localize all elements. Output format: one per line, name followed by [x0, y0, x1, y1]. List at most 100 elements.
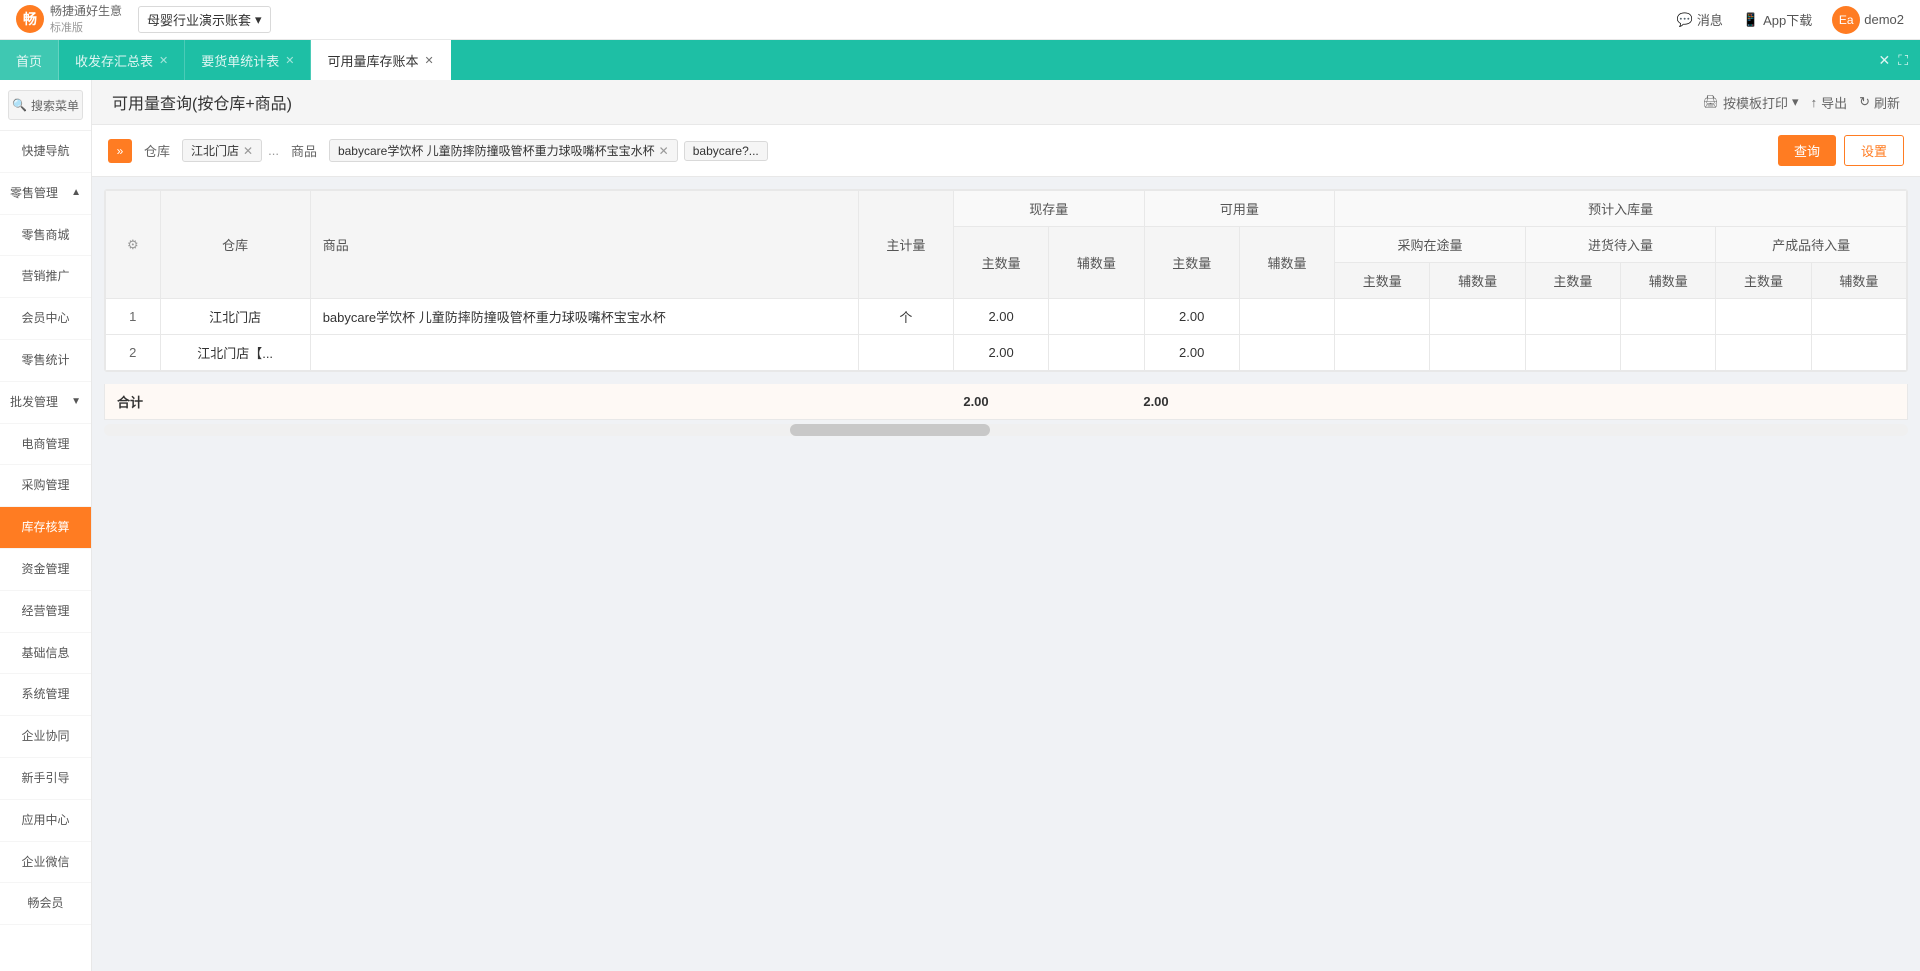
- sidebar-item-retail-shop[interactable]: 零售商城: [0, 215, 91, 257]
- logo-area: 畅 畅捷通好生意 标准版: [16, 4, 122, 34]
- th-current-stock: 现存量: [953, 191, 1144, 227]
- tab-receipts-label: 收发存汇总表: [75, 51, 153, 70]
- tab-available-stock-close[interactable]: ✕: [425, 54, 434, 67]
- fullscreen-icon[interactable]: ⛶: [1898, 52, 1908, 69]
- tab-available-stock-label: 可用量库存账本: [327, 51, 418, 70]
- message-btn[interactable]: 💬 消息: [1677, 10, 1723, 29]
- footer-stock-main: 2.00: [926, 394, 1026, 409]
- sidebar-item-marketing[interactable]: 营销推广: [0, 256, 91, 298]
- goods-tag-1-text: babycare学饮杯 儿童防摔防撞吸管杯重力球吸嘴杯宝宝水杯: [338, 142, 655, 159]
- row-unit: 个: [858, 299, 953, 335]
- refresh-btn[interactable]: ↻ 刷新: [1859, 93, 1900, 112]
- th-settings[interactable]: ⚙: [106, 191, 161, 299]
- row-warehouse: 江北门店: [160, 299, 310, 335]
- th-available: 可用量: [1144, 191, 1335, 227]
- main-layout: 🔍 搜索菜单 快捷导航 零售管理 ▲ 零售商城 营销推广 会员中心 零售统计 批…: [0, 80, 1920, 971]
- user-avatar: Ea: [1832, 6, 1860, 34]
- th-purchase-transit: 采购在途量: [1335, 227, 1526, 263]
- warehouse-more[interactable]: ...: [268, 143, 279, 158]
- table-footer: 合计 2.00 2.00: [104, 384, 1908, 420]
- row-stock-aux: [1049, 335, 1144, 371]
- warehouse-filter-tags: 江北门店 ✕ ...: [182, 139, 279, 162]
- th-pt-aux: 辅数量: [1430, 263, 1525, 299]
- row-unit: [858, 335, 953, 371]
- user-name: demo2: [1864, 12, 1904, 27]
- row-num: 1: [106, 299, 161, 335]
- sidebar-item-system[interactable]: 系统管理: [0, 674, 91, 716]
- sidebar-item-wholesale-mgmt[interactable]: 批发管理 ▼: [0, 382, 91, 424]
- row-stock-aux: [1049, 299, 1144, 335]
- sidebar-item-ecommerce[interactable]: 电商管理: [0, 424, 91, 466]
- th-warehouse: 仓库: [160, 191, 310, 299]
- row-prod-aux: [1811, 299, 1906, 335]
- logo-texts: 畅捷通好生意 标准版: [50, 4, 122, 34]
- row-avail-main: 2.00: [1144, 299, 1239, 335]
- close-tab-icon[interactable]: ✕: [1878, 52, 1890, 69]
- top-bar: 畅 畅捷通好生意 标准版 母婴行业演示账套 ▾ 💬 消息 📱 App下载 Ea …: [0, 0, 1920, 40]
- row-pt-aux: [1430, 335, 1525, 371]
- filter-actions: 查询 设置: [1778, 135, 1904, 166]
- goods-tag-1: babycare学饮杯 儿童防摔防撞吸管杯重力球吸嘴杯宝宝水杯 ✕: [329, 139, 678, 162]
- row-stock-main: 2.00: [953, 299, 1048, 335]
- goods-tag-2: babycare?...: [684, 141, 768, 161]
- sidebar-item-enterprise-wechat[interactable]: 企业微信: [0, 842, 91, 884]
- sidebar-item-basics[interactable]: 基础信息: [0, 633, 91, 675]
- warehouse-filter-label: 仓库: [144, 141, 170, 160]
- sidebar-item-newbie[interactable]: 新手引导: [0, 758, 91, 800]
- row-pp-aux: [1621, 335, 1716, 371]
- org-selector[interactable]: 母婴行业演示账套 ▾: [138, 6, 271, 33]
- row-goods: [310, 335, 858, 371]
- print-dropdown-icon: ▾: [1792, 94, 1799, 110]
- sidebar-item-vip[interactable]: 畅会员: [0, 883, 91, 925]
- tab-receipts[interactable]: 收发存汇总表 ✕: [59, 40, 185, 80]
- data-table: ⚙ 仓库 商品 主计量 现存量 可用量 预计入库量 主数量 辅数量 主数量 辅数…: [105, 190, 1907, 371]
- tab-order-stats[interactable]: 要货单统计表 ✕: [185, 40, 311, 80]
- table-settings-icon[interactable]: ⚙: [127, 237, 139, 252]
- sidebar-item-quicknav[interactable]: 快捷导航: [0, 131, 91, 173]
- footer-label: 合计: [117, 392, 237, 411]
- sidebar-item-retail-mgmt[interactable]: 零售管理 ▲: [0, 173, 91, 215]
- horizontal-scrollbar[interactable]: [104, 424, 1908, 436]
- print-icon: 🖨: [1703, 94, 1720, 110]
- th-prod-main: 主数量: [1716, 263, 1811, 299]
- sidebar-item-operations[interactable]: 经营管理: [0, 591, 91, 633]
- search-menu-btn[interactable]: 🔍 搜索菜单: [8, 90, 83, 120]
- tab-receipts-close[interactable]: ✕: [159, 54, 168, 67]
- row-pt-main: [1335, 335, 1430, 371]
- sidebar-item-purchase[interactable]: 采购管理: [0, 465, 91, 507]
- th-forecast: 预计入库量: [1335, 191, 1907, 227]
- nav-tabs: 首页 收发存汇总表 ✕ 要货单统计表 ✕ 可用量库存账本 ✕ ✕ ⛶: [0, 40, 1920, 80]
- table-row: 2 江北门店【... 2.00 2.00: [106, 335, 1907, 371]
- sidebar-item-retail-stats[interactable]: 零售统计: [0, 340, 91, 382]
- filter-toggle-btn[interactable]: »: [108, 139, 132, 163]
- sidebar-item-app-center[interactable]: 应用中心: [0, 800, 91, 842]
- row-avail-main: 2.00: [1144, 335, 1239, 371]
- warehouse-tag: 江北门店 ✕: [182, 139, 262, 162]
- logo-icon: 畅: [16, 5, 44, 33]
- setting-btn[interactable]: 设置: [1844, 135, 1904, 166]
- row-pp-main: [1525, 335, 1620, 371]
- tab-home[interactable]: 首页: [0, 40, 59, 80]
- app-download-btn[interactable]: 📱 App下载: [1743, 10, 1812, 29]
- row-pt-main: [1335, 299, 1430, 335]
- user-area[interactable]: Ea demo2: [1832, 6, 1904, 34]
- table-row: 1 江北门店 babycare学饮杯 儿童防摔防撞吸管杯重力球吸嘴杯宝宝水杯 个…: [106, 299, 1907, 335]
- warehouse-tag-close[interactable]: ✕: [243, 144, 253, 158]
- sidebar-item-enterprise[interactable]: 企业协同: [0, 716, 91, 758]
- sidebar-item-finance[interactable]: 资金管理: [0, 549, 91, 591]
- sidebar-item-inventory[interactable]: 库存核算: [0, 507, 91, 549]
- arrow-icon-wholesale: ▼: [71, 395, 81, 409]
- th-pp-main: 主数量: [1525, 263, 1620, 299]
- print-btn[interactable]: 🖨 按模板打印 ▾: [1703, 93, 1799, 112]
- goods-tag-1-close[interactable]: ✕: [659, 144, 669, 158]
- row-num: 2: [106, 335, 161, 371]
- scrollbar-thumb[interactable]: [790, 424, 990, 436]
- sidebar-item-member[interactable]: 会员中心: [0, 298, 91, 340]
- export-btn[interactable]: ↑ 导出: [1811, 93, 1848, 112]
- tab-available-stock[interactable]: 可用量库存账本 ✕: [311, 40, 450, 80]
- query-btn[interactable]: 查询: [1778, 135, 1836, 166]
- app-icon: 📱: [1743, 12, 1759, 28]
- tab-order-stats-close[interactable]: ✕: [285, 54, 294, 67]
- th-pp-aux: 辅数量: [1621, 263, 1716, 299]
- table-container: ⚙ 仓库 商品 主计量 现存量 可用量 预计入库量 主数量 辅数量 主数量 辅数…: [104, 189, 1908, 372]
